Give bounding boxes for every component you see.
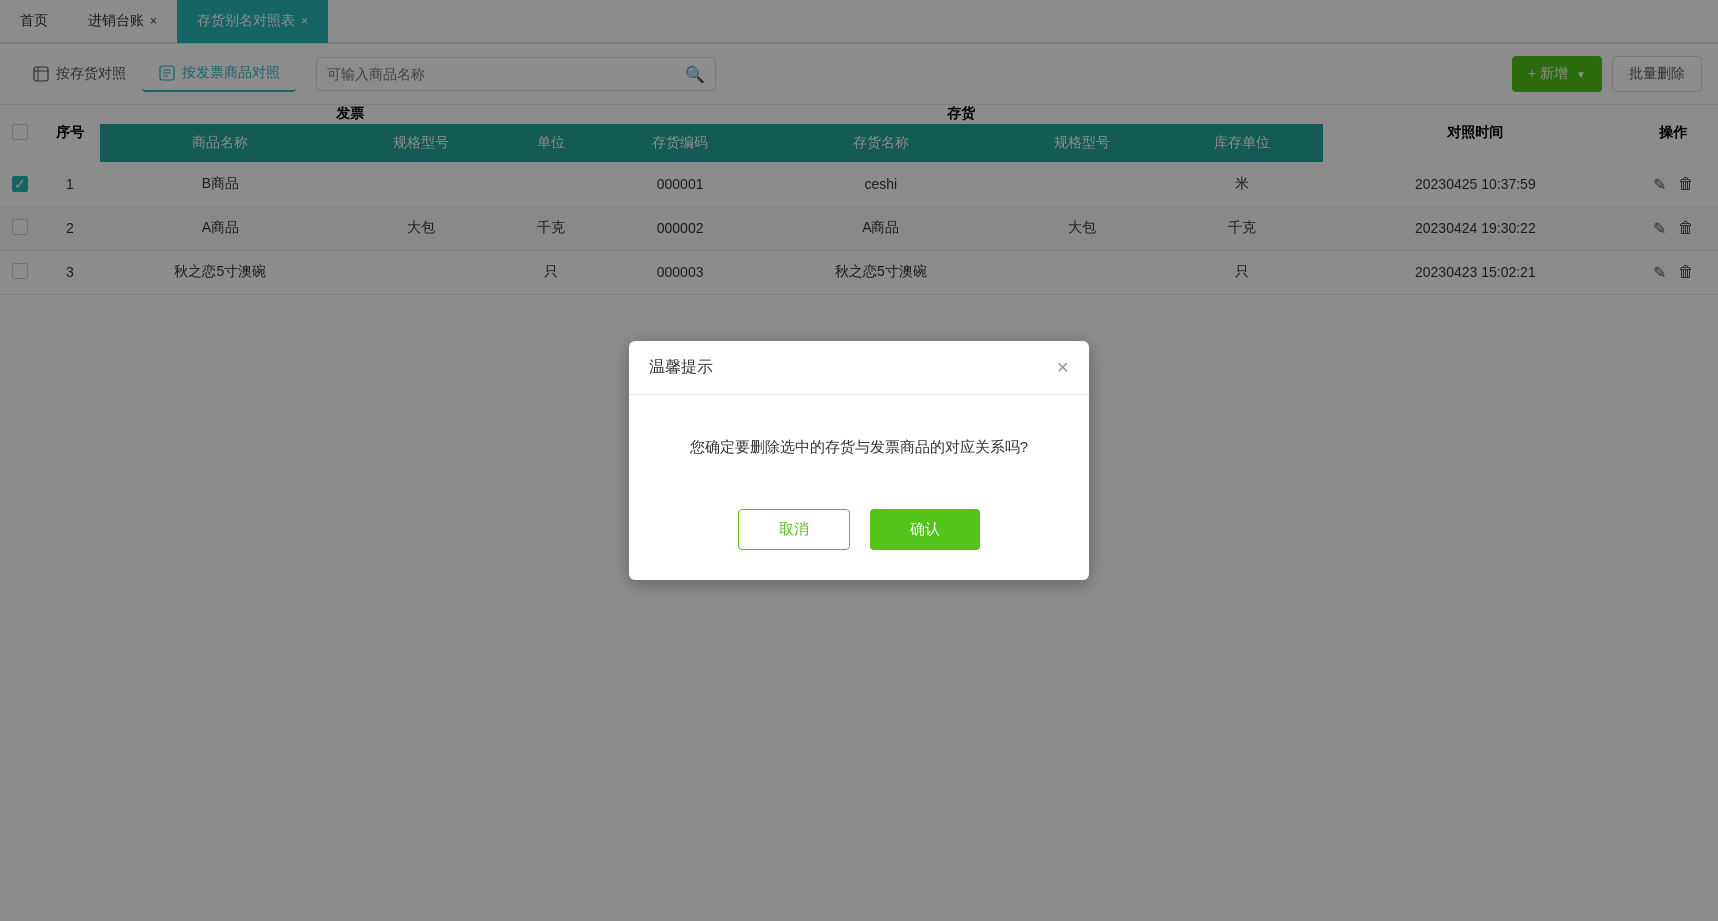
dialog-confirm-button[interactable]: 确认 xyxy=(870,509,980,550)
dialog-overlay: 温馨提示 ✕ 您确定要删除选中的存货与发票商品的对应关系吗? 取消 确认 xyxy=(0,0,1718,921)
dialog-body: 您确定要删除选中的存货与发票商品的对应关系吗? xyxy=(629,395,1089,489)
dialog-header: 温馨提示 ✕ xyxy=(629,341,1089,395)
dialog: 温馨提示 ✕ 您确定要删除选中的存货与发票商品的对应关系吗? 取消 确认 xyxy=(629,341,1089,580)
dialog-footer: 取消 确认 xyxy=(629,489,1089,580)
dialog-close-icon[interactable]: ✕ xyxy=(1056,358,1069,377)
dialog-title: 温馨提示 xyxy=(649,357,713,378)
dialog-cancel-button[interactable]: 取消 xyxy=(738,509,850,550)
dialog-message: 您确定要删除选中的存货与发票商品的对应关系吗? xyxy=(690,438,1028,455)
